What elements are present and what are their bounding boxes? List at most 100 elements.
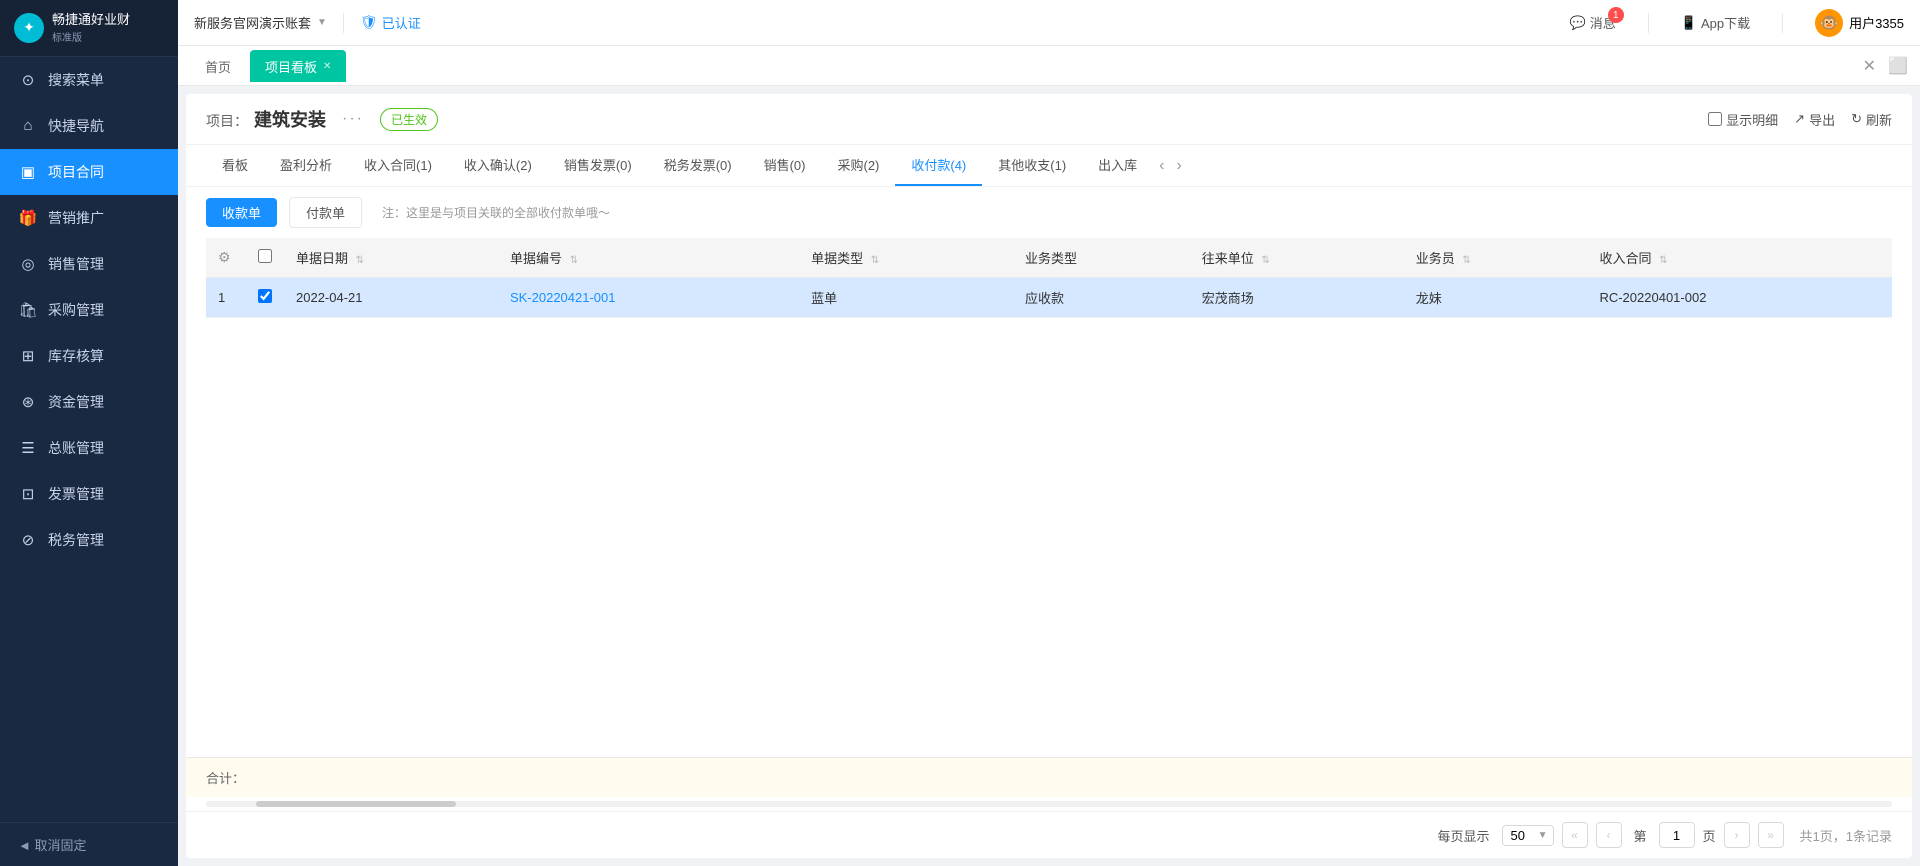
- show-detail-checkbox[interactable]: [1708, 112, 1722, 126]
- search-icon: ⊙: [18, 70, 38, 90]
- first-page-btn[interactable]: «: [1562, 822, 1588, 848]
- sidebar-logo: ✦ 畅捷通好业财 标准版: [0, 0, 178, 57]
- sales-icon: ◎: [18, 254, 38, 274]
- sidebar-item-purchase[interactable]: 🛍 采购管理: [0, 287, 178, 333]
- number-link[interactable]: SK-20220421-001: [510, 290, 616, 305]
- col-income-contract[interactable]: 收入合同 ⇅: [1587, 238, 1892, 278]
- sidebar-unpin[interactable]: ◄ 取消固定: [0, 822, 178, 866]
- col-type[interactable]: 单据类型 ⇅: [799, 238, 1013, 278]
- subtab-board[interactable]: 看板: [206, 145, 264, 186]
- cell-type: 蓝单: [799, 278, 1013, 318]
- row-checkbox[interactable]: [258, 289, 272, 303]
- sidebar-item-search[interactable]: ⊙ 搜索菜单: [0, 57, 178, 103]
- subtab-income-confirm[interactable]: 收入确认(2): [448, 145, 548, 186]
- col-checkbox: [246, 238, 284, 278]
- cell-date: 2022-04-21: [284, 278, 498, 318]
- last-page-btn[interactable]: »: [1758, 822, 1784, 848]
- page-size-selector[interactable]: 50 100 200 ▼: [1502, 825, 1554, 846]
- sidebar-item-sales[interactable]: ◎ 销售管理: [0, 241, 178, 287]
- second-tab-receipt-bill[interactable]: 收款单: [206, 198, 277, 227]
- second-tab-payment-bill[interactable]: 付款单: [289, 197, 362, 228]
- cell-partner: 宏茂商场: [1190, 278, 1404, 318]
- select-all-checkbox[interactable]: [258, 249, 272, 263]
- maximize-btn[interactable]: ⬜: [1888, 56, 1908, 76]
- col-date[interactable]: 单据日期 ⇅: [284, 238, 498, 278]
- tab-home[interactable]: 首页: [190, 50, 246, 82]
- sidebar-item-tax[interactable]: ⊘ 税务管理: [0, 517, 178, 563]
- page-input[interactable]: [1659, 822, 1695, 848]
- subtab-in-out[interactable]: 出入库: [1082, 145, 1153, 186]
- horizontal-scrollbar[interactable]: [186, 797, 1912, 811]
- subtab-other-expense[interactable]: 其他收支(1): [982, 145, 1082, 186]
- sidebar-item-quicknav[interactable]: ⌂ 快捷导航: [0, 103, 178, 149]
- cell-income-contract: RC-20220401-002: [1587, 278, 1892, 318]
- sidebar-item-ledger[interactable]: ☰ 总账管理: [0, 425, 178, 471]
- subtabs-next-btn[interactable]: ›: [1171, 157, 1188, 175]
- col-number[interactable]: 单据编号 ⇅: [498, 238, 799, 278]
- subtabs: 看板 盈利分析 收入合同(1) 收入确认(2) 销售发票(0) 税务发票(0) …: [186, 145, 1912, 187]
- inventory-icon: ⊞: [18, 346, 38, 366]
- subtab-income-contract[interactable]: 收入合同(1): [348, 145, 448, 186]
- sidebar-item-invoice[interactable]: ⊡ 发票管理: [0, 471, 178, 517]
- data-table: ⚙ 单据日期 ⇅ 单据编号 ⇅: [206, 238, 1892, 318]
- shield-icon: 🛡: [360, 14, 378, 31]
- pagination: 每页显示 50 100 200 ▼ « ‹ 第 页 › » 共1页，1条记录: [186, 811, 1912, 858]
- subtab-purchase[interactable]: 采购(2): [821, 145, 895, 186]
- refresh-action[interactable]: ↻ 刷新: [1851, 110, 1892, 129]
- topbar-right: 💬 消息 1 📱 App下载 🐵 用户3355: [1570, 9, 1904, 37]
- topbar-divider3: [1782, 13, 1783, 33]
- tab-project-board[interactable]: 项目看板 ✕: [250, 50, 346, 82]
- project-header-actions: 显示明细 ↗ 导出 ↻ 刷新: [1708, 110, 1892, 129]
- col-settings[interactable]: ⚙: [206, 238, 246, 278]
- sidebar-item-marketing[interactable]: 🎁 营销推广: [0, 195, 178, 241]
- sort-type-icon: ⇅: [871, 255, 879, 266]
- sort-salesperson-icon: ⇅: [1462, 255, 1470, 266]
- subtab-tax-invoice[interactable]: 税务发票(0): [648, 145, 748, 186]
- col-salesperson[interactable]: 业务员 ⇅: [1404, 238, 1588, 278]
- project-header: 项目：建筑安装 ··· 已生效 显示明细 ↗ 导出 ↻ 刷新: [186, 94, 1912, 145]
- logo-text: 畅捷通好业财 标准版: [52, 12, 130, 44]
- purchase-icon: 🛍: [18, 300, 38, 320]
- subtab-receipt[interactable]: 收付款(4): [895, 145, 982, 186]
- page-size-select[interactable]: 50 100 200: [1502, 825, 1554, 846]
- app-download-btn[interactable]: 📱 App下载: [1681, 13, 1750, 32]
- sidebar-item-capital[interactable]: ⊛ 资金管理: [0, 379, 178, 425]
- tab-close-btn[interactable]: ✕: [323, 61, 331, 72]
- col-partner[interactable]: 往来单位 ⇅: [1190, 238, 1404, 278]
- project-more-btn[interactable]: ···: [342, 110, 364, 128]
- subtab-profit[interactable]: 盈利分析: [264, 145, 348, 186]
- sidebar: ✦ 畅捷通好业财 标准版 ⊙ 搜索菜单 ⌂ 快捷导航 ▣ 项目合同 🎁 营销推广…: [0, 0, 178, 866]
- cell-business-type: 应收款: [1013, 278, 1190, 318]
- export-action[interactable]: ↗ 导出: [1794, 110, 1835, 129]
- account-selector[interactable]: 新服务官网演示账套 ▼: [194, 13, 327, 32]
- next-page-btn[interactable]: ›: [1724, 822, 1750, 848]
- second-tabs: 收款单 付款单 注：这里是与项目关联的全部收付款单哦～: [186, 187, 1912, 238]
- sidebar-item-inventory[interactable]: ⊞ 库存核算: [0, 333, 178, 379]
- subtabs-prev-btn[interactable]: ‹: [1153, 157, 1170, 175]
- message-btn[interactable]: 💬 消息 1: [1570, 13, 1616, 32]
- cell-index: 1: [206, 278, 246, 318]
- invoice-icon: ⊡: [18, 484, 38, 504]
- cell-checkbox: [246, 278, 284, 318]
- table-row[interactable]: 1 2022-04-21 SK-20220421-001 蓝单 应收款 宏茂商场…: [206, 278, 1892, 318]
- sidebar-item-project[interactable]: ▣ 项目合同: [0, 149, 178, 195]
- subtab-sales-invoice[interactable]: 销售发票(0): [548, 145, 648, 186]
- content-area: 项目：建筑安装 ··· 已生效 显示明细 ↗ 导出 ↻ 刷新: [186, 94, 1912, 858]
- project-icon: ▣: [18, 162, 38, 182]
- capital-icon: ⊛: [18, 392, 38, 412]
- tabbar-right: ✕ ⬜: [1863, 56, 1908, 76]
- certified-badge: 🛡 已认证: [360, 13, 421, 32]
- col-business-type: 业务类型: [1013, 238, 1190, 278]
- prev-page-btn[interactable]: ‹: [1596, 822, 1622, 848]
- show-detail-action[interactable]: 显示明细: [1708, 110, 1778, 129]
- scrollbar-track: [206, 801, 1892, 807]
- cell-number[interactable]: SK-20220421-001: [498, 278, 799, 318]
- user-avatar: 🐵: [1815, 9, 1843, 37]
- scrollbar-thumb[interactable]: [256, 801, 456, 807]
- subtab-sales[interactable]: 销售(0): [748, 145, 822, 186]
- close-window-btn[interactable]: ✕: [1863, 56, 1876, 76]
- settings-icon[interactable]: ⚙: [218, 249, 231, 265]
- topbar-divider2: [1648, 13, 1649, 33]
- refresh-icon: ↻: [1851, 111, 1862, 127]
- user-menu[interactable]: 🐵 用户3355: [1815, 9, 1904, 37]
